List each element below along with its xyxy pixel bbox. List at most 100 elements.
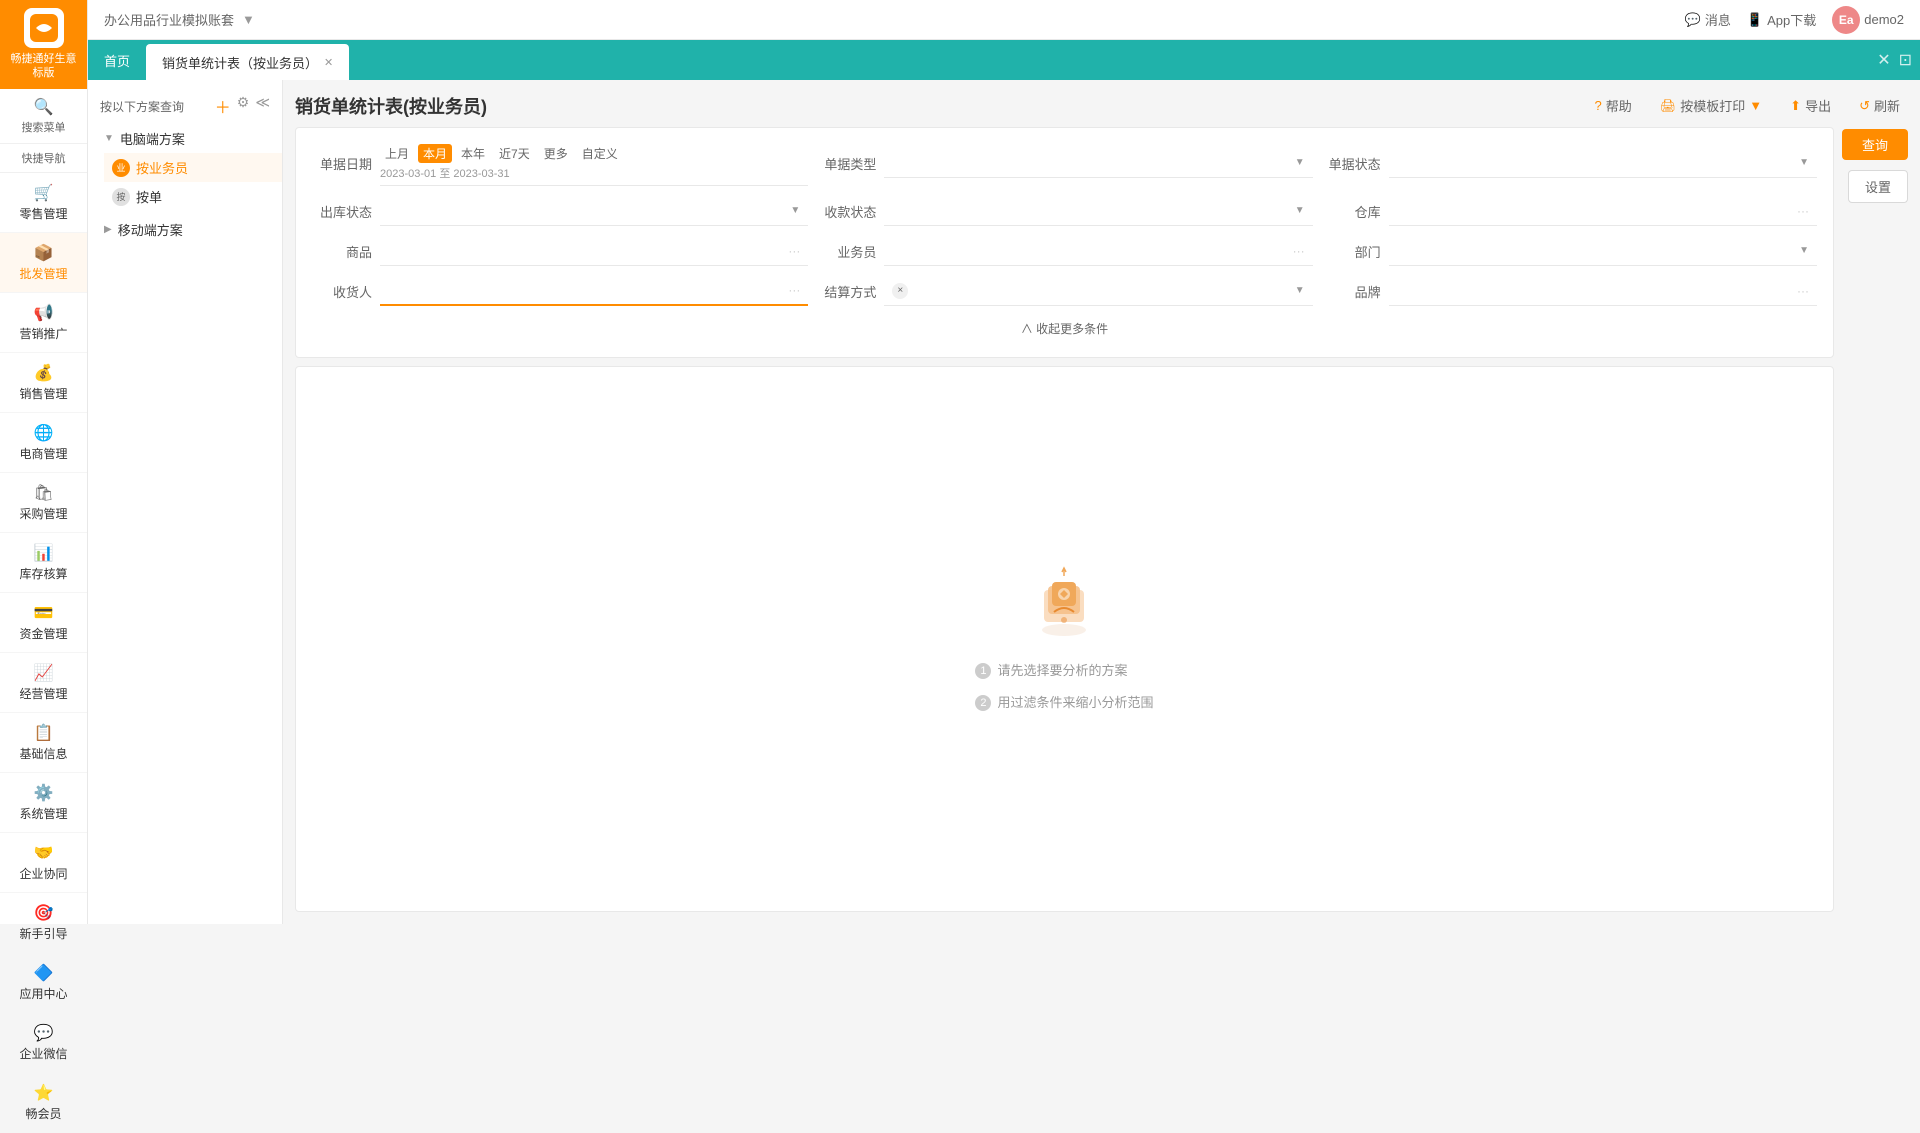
search-menu[interactable]: 🔍 搜索菜单 bbox=[0, 89, 87, 144]
sidebar-item-wholesale[interactable]: 📦 批发管理 bbox=[0, 233, 87, 293]
print-dropdown-icon[interactable]: ▼ bbox=[1749, 98, 1762, 113]
tab-sales-report[interactable]: 销货单统计表（按业务员） ✕ bbox=[146, 44, 349, 80]
salesman-dots[interactable]: ··· bbox=[1293, 244, 1305, 258]
recv-status-field[interactable]: ▼ bbox=[884, 196, 1312, 226]
refresh-button[interactable]: ↺ 刷新 bbox=[1851, 92, 1908, 119]
sidebar-item-inventory[interactable]: 📊 库存核算 bbox=[0, 533, 87, 593]
salesman-field[interactable]: ··· bbox=[884, 236, 1312, 266]
doc-status-field[interactable]: ▼ bbox=[1389, 148, 1817, 178]
sidebar-item-marketing[interactable]: 📢 营销推广 bbox=[0, 293, 87, 353]
appstore-icon: 🔷 bbox=[34, 963, 54, 983]
brand-field[interactable]: ··· bbox=[1389, 276, 1817, 306]
date-tabs-row: 上月 本月 本年 近7天 更多 自定义 bbox=[380, 144, 808, 163]
dept-arrow[interactable]: ▼ bbox=[1799, 245, 1809, 256]
add-scheme-icon[interactable]: ＋ bbox=[215, 94, 231, 118]
sidebar-item-basic[interactable]: 📋 基础信息 bbox=[0, 713, 87, 773]
tab-close-all-icon[interactable]: ✕ bbox=[1877, 50, 1890, 70]
tab-home[interactable]: 首页 bbox=[88, 40, 146, 80]
sidebar-item-retail-label: 零售管理 bbox=[19, 205, 67, 222]
export-button[interactable]: ⬆ 导出 bbox=[1782, 92, 1839, 119]
hint-2-text: 用过滤条件来缩小分析范围 bbox=[997, 690, 1153, 716]
app-logo[interactable]: 畅捷通好生意 标版 bbox=[0, 0, 87, 89]
payment-field[interactable]: × ▼ bbox=[884, 276, 1312, 306]
goods-dots[interactable]: ··· bbox=[788, 244, 800, 258]
date-tab-more[interactable]: 更多 bbox=[539, 144, 573, 163]
sidebar-item-system-label: 系统管理 bbox=[19, 805, 67, 822]
doc-status-arrow[interactable]: ▼ bbox=[1799, 157, 1809, 168]
member-icon: ⭐ bbox=[34, 1083, 54, 1103]
collapse-button[interactable]: ∧ 收起更多条件 bbox=[1009, 316, 1120, 341]
tab-restore-icon[interactable]: ⊡ bbox=[1899, 50, 1912, 70]
hint-1-text: 请先选择要分析的方案 bbox=[997, 658, 1127, 684]
sidebar-item-wxwork[interactable]: 💬 企业微信 bbox=[0, 1013, 87, 1073]
payment-dropdown-icon[interactable]: ▼ bbox=[1295, 285, 1305, 296]
settings-button[interactable]: 设置 bbox=[1848, 170, 1908, 203]
payment-x-badge[interactable]: × bbox=[892, 283, 908, 299]
brand-dots[interactable]: ··· bbox=[1797, 284, 1809, 298]
header-left: 办公用品行业模拟账套 ▼ bbox=[104, 10, 255, 29]
user-avatar-area[interactable]: Ea demo2 bbox=[1832, 6, 1904, 34]
doc-type-field[interactable]: ▼ bbox=[884, 148, 1312, 178]
business-icon: 📈 bbox=[34, 663, 54, 683]
sidebar-item-appstore[interactable]: 🔷 应用中心 bbox=[0, 953, 87, 1013]
sidebar-item-newbie[interactable]: 🎯 新手引导 bbox=[0, 893, 87, 953]
date-range-display: 2023-03-01 至 2023-03-31 bbox=[380, 165, 808, 181]
tree-item-mobile[interactable]: ▶ 移动端方案 bbox=[88, 215, 282, 244]
page-title: 销货单统计表(按业务员) bbox=[295, 93, 487, 119]
out-status-arrow[interactable]: ▼ bbox=[790, 205, 800, 216]
dept-field[interactable]: ▼ bbox=[1389, 236, 1817, 266]
recv-status-arrow[interactable]: ▼ bbox=[1295, 205, 1305, 216]
collapse-label: ∧ 收起更多条件 bbox=[1021, 320, 1108, 337]
print-icon: 🖨 bbox=[1660, 98, 1677, 114]
tree-pc-children: 业 按业务员 按 按单 bbox=[88, 153, 282, 211]
message-button[interactable]: 💬 消息 bbox=[1685, 10, 1731, 29]
tree-item-pc[interactable]: ▼ 电脑端方案 bbox=[88, 124, 282, 153]
sidebar-item-wxwork-label: 企业微信 bbox=[19, 1045, 67, 1062]
tree-arrow-mobile: ▶ bbox=[104, 224, 112, 235]
date-tab-custom[interactable]: 自定义 bbox=[577, 144, 623, 163]
query-button[interactable]: 查询 bbox=[1842, 129, 1908, 160]
collapse-panel-icon[interactable]: ≪ bbox=[255, 94, 270, 118]
date-tab-thisyear[interactable]: 本年 bbox=[456, 144, 490, 163]
sidebar-item-purchase[interactable]: 🛍 采购管理 bbox=[0, 473, 87, 533]
left-panel-header: 按以下方案查询 ＋ ⚙ ≪ bbox=[88, 88, 282, 124]
doc-type-arrow[interactable]: ▼ bbox=[1295, 157, 1305, 168]
consignee-dots[interactable]: ··· bbox=[788, 283, 800, 297]
tab-close-icon[interactable]: ✕ bbox=[324, 56, 333, 69]
collapse-row: ∧ 收起更多条件 bbox=[312, 312, 1817, 345]
tree-child-order[interactable]: 按 按单 bbox=[104, 182, 282, 211]
salesman-scheme-icon: 业 bbox=[112, 159, 130, 177]
sidebar-item-system[interactable]: ⚙️ 系统管理 bbox=[0, 773, 87, 833]
left-panel-icons: ＋ ⚙ ≪ bbox=[215, 94, 270, 118]
consignee-field[interactable]: ··· bbox=[380, 276, 808, 306]
sidebar-item-finance[interactable]: 💳 资金管理 bbox=[0, 593, 87, 653]
user-name: demo2 bbox=[1864, 12, 1904, 27]
sidebar-item-business[interactable]: 📈 经营管理 bbox=[0, 653, 87, 713]
app-download-label: App下载 bbox=[1767, 10, 1816, 29]
sidebar-item-wholesale-label: 批发管理 bbox=[19, 265, 67, 282]
logo-text: 畅捷通好生意 标版 bbox=[11, 52, 77, 81]
date-tab-thismonth[interactable]: 本月 bbox=[418, 144, 452, 163]
page-title-row: 销货单统计表(按业务员) ? 帮助 🖨 按模板打印 ▼ ⬆ 导出 bbox=[295, 92, 1908, 119]
app-download-icon: 📱 bbox=[1747, 12, 1763, 28]
goods-field[interactable]: ··· bbox=[380, 236, 808, 266]
sidebar-item-coop[interactable]: 🤝 企业协同 bbox=[0, 833, 87, 893]
sidebar-item-retail[interactable]: 🛒 零售管理 bbox=[0, 173, 87, 233]
tree-child-salesman[interactable]: 业 按业务员 bbox=[104, 153, 282, 182]
quick-nav[interactable]: 快捷导航 bbox=[0, 144, 87, 173]
warehouse-field[interactable]: ··· bbox=[1389, 196, 1817, 226]
out-status-field[interactable]: ▼ bbox=[380, 196, 808, 226]
content-area: 按以下方案查询 ＋ ⚙ ≪ ▼ 电脑端方案 业 按业务员 按 按单 bbox=[88, 80, 1920, 924]
help-button[interactable]: ? 帮助 bbox=[1587, 92, 1640, 119]
company-dropdown-icon[interactable]: ▼ bbox=[242, 12, 255, 27]
page-actions: ? 帮助 🖨 按模板打印 ▼ ⬆ 导出 ↺ 刷新 bbox=[1587, 92, 1909, 119]
date-tab-lastmonth[interactable]: 上月 bbox=[380, 144, 414, 163]
settings-scheme-icon[interactable]: ⚙ bbox=[237, 94, 250, 118]
date-tab-7days[interactable]: 近7天 bbox=[494, 144, 535, 163]
app-download-button[interactable]: 📱 App下载 bbox=[1747, 10, 1816, 29]
sidebar-item-member[interactable]: ⭐ 畅会员 bbox=[0, 1073, 87, 1133]
sidebar-item-ecommerce[interactable]: 🌐 电商管理 bbox=[0, 413, 87, 473]
print-button[interactable]: 🖨 按模板打印 ▼ bbox=[1652, 92, 1770, 119]
sidebar-item-sales[interactable]: 💰 销售管理 bbox=[0, 353, 87, 413]
warehouse-dots[interactable]: ··· bbox=[1797, 204, 1809, 218]
